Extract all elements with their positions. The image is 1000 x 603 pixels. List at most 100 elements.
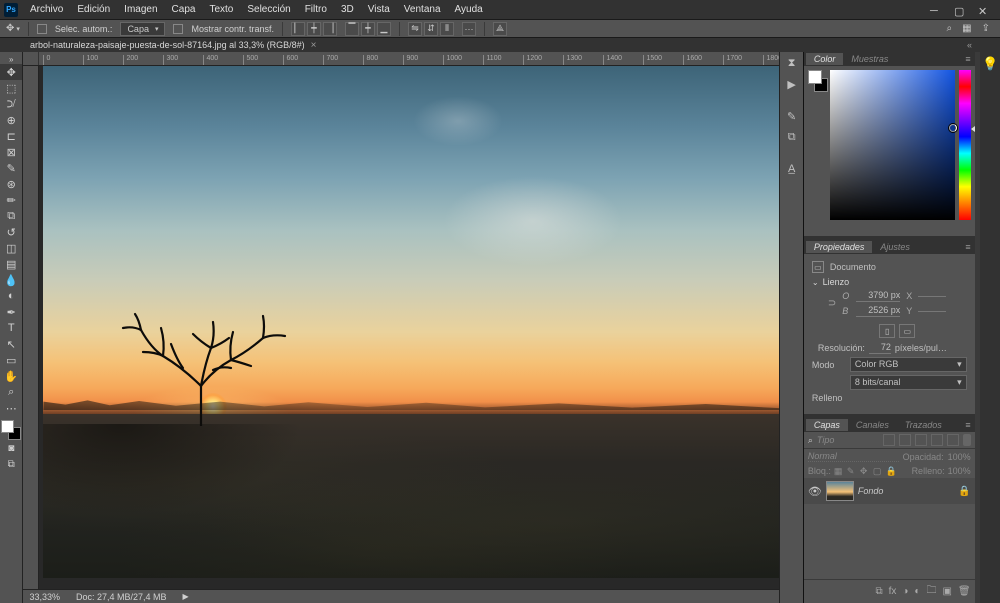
canvas-image[interactable] <box>43 66 779 578</box>
delete-layer-icon[interactable]: 🗑 <box>958 586 971 597</box>
share-icon[interactable]: ⇪ <box>982 23 990 34</box>
portrait-icon[interactable]: ▯ <box>879 324 895 338</box>
distribute-spacing-icon[interactable]: ⫴ <box>440 22 454 36</box>
menu-filtro[interactable]: Filtro <box>299 2 333 17</box>
minimize-button[interactable]: ─ <box>930 5 940 15</box>
history-brush-tool[interactable]: ↺ <box>0 224 22 240</box>
auto-select-checkbox[interactable] <box>37 24 47 34</box>
document-tab[interactable]: arbol-naturaleza-paisaje-puesta-de-sol-8… <box>22 40 325 51</box>
statusbar-menu-icon[interactable]: ▶ <box>183 592 189 601</box>
close-tab-icon[interactable]: × <box>311 40 317 51</box>
filter-pixel-icon[interactable] <box>883 434 895 446</box>
group-icon[interactable]: 🗀 <box>926 583 936 600</box>
hints-bulb-icon[interactable]: 💡 <box>982 56 998 72</box>
menu-vista[interactable]: Vista <box>362 2 396 17</box>
marquee-tool[interactable]: ⬚ <box>0 80 22 96</box>
tab-swatches[interactable]: Muestras <box>843 53 896 65</box>
align-left-icon[interactable]: ▏ <box>291 22 305 36</box>
path-select-tool[interactable]: ↖ <box>0 336 22 352</box>
hand-tool[interactable]: ✋ <box>0 368 22 384</box>
collapse-toolbar-icon[interactable]: » <box>0 54 22 64</box>
layer-visibility-icon[interactable]: 👁 <box>808 485 822 498</box>
layer-name[interactable]: Fondo <box>858 486 954 496</box>
align-right-icon[interactable]: ▕ <box>323 22 337 36</box>
tab-color[interactable]: Color <box>806 53 844 65</box>
brush-tool[interactable]: ✏ <box>0 192 22 208</box>
eraser-tool[interactable]: ◫ <box>0 240 22 256</box>
ruler-horizontal[interactable]: 0100200300400500600700800900100011001200… <box>23 52 779 66</box>
menu-ayuda[interactable]: Ayuda <box>449 2 489 17</box>
menu-imagen[interactable]: Imagen <box>118 2 163 17</box>
resolution-value[interactable]: 72 <box>869 342 891 354</box>
distribute-h-icon[interactable]: ⇋ <box>408 22 422 36</box>
filter-kind-select[interactable]: Tipo <box>817 435 879 445</box>
hue-slider[interactable] <box>959 70 971 220</box>
layer-thumbnail[interactable] <box>826 481 854 501</box>
lock-position-icon[interactable]: ✥ <box>860 466 870 476</box>
gradient-tool[interactable]: ▤ <box>0 256 22 272</box>
menu-capa[interactable]: Capa <box>166 2 202 17</box>
crop-tool[interactable]: ⊏ <box>0 128 22 144</box>
lock-transparency-icon[interactable]: ▦ <box>834 466 844 476</box>
3d-mode-icon[interactable]: ⟁ <box>493 22 507 36</box>
filter-kind-icon[interactable]: ⌕ <box>808 435 813 446</box>
filter-toggle[interactable] <box>963 434 971 446</box>
bit-depth-select[interactable]: 8 bits/canal▾ <box>850 375 967 390</box>
ruler-vertical[interactable] <box>23 66 39 589</box>
landscape-icon[interactable]: ▭ <box>899 324 915 338</box>
new-layer-icon[interactable]: ▣ <box>942 586 951 597</box>
brush-settings-icon[interactable]: ✎ <box>783 107 801 125</box>
color-fgbg[interactable] <box>808 70 826 232</box>
link-dimensions-icon[interactable]: ⊃ <box>828 298 836 309</box>
move-tool[interactable]: ✥ <box>0 64 22 80</box>
props-canvas-section[interactable]: ⌄ Lienzo <box>812 277 967 287</box>
shape-tool[interactable]: ▭ <box>0 352 22 368</box>
canvas-viewport[interactable] <box>39 66 779 589</box>
menu-3d[interactable]: 3D <box>335 2 360 17</box>
layer-mask-icon[interactable]: ◑ <box>902 586 908 597</box>
color-swatches[interactable] <box>1 420 21 440</box>
menu-archivo[interactable]: Archivo <box>24 2 69 17</box>
lock-all-icon[interactable]: 🔒 <box>886 466 896 476</box>
menu-texto[interactable]: Texto <box>203 2 239 17</box>
blend-mode-select[interactable]: Normal <box>808 451 899 462</box>
maximize-button[interactable]: ▢ <box>954 5 964 15</box>
menu-edicion[interactable]: Edición <box>71 2 116 17</box>
screenmode-icon[interactable]: ⧉ <box>0 456 22 472</box>
panel-menu-icon[interactable]: ≡ <box>965 242 974 252</box>
width-value[interactable]: 3790 px <box>856 290 900 302</box>
tab-properties[interactable]: Propiedades <box>806 241 873 253</box>
close-button[interactable]: ✕ <box>978 5 988 15</box>
color-mode-select[interactable]: Color RGB▾ <box>850 357 967 372</box>
panel-menu-icon[interactable]: ≡ <box>965 54 974 64</box>
clone-source-icon[interactable]: ⧉ <box>783 128 801 146</box>
resolution-unit[interactable]: píxeles/pul… <box>895 343 947 353</box>
dodge-tool[interactable]: ◐ <box>0 288 22 304</box>
tab-layers[interactable]: Capas <box>806 419 848 431</box>
ruler-origin[interactable] <box>23 52 39 65</box>
search-icon[interactable]: ⌕ <box>947 23 953 34</box>
align-bottom-icon[interactable]: ▁ <box>377 22 391 36</box>
actions-play-icon[interactable]: ▶ <box>783 75 801 93</box>
adjustment-layer-icon[interactable]: ◐ <box>914 586 920 597</box>
menu-ventana[interactable]: Ventana <box>398 2 447 17</box>
quick-select-tool[interactable]: ⊕ <box>0 112 22 128</box>
healing-tool[interactable]: ⊛ <box>0 176 22 192</box>
zoom-level[interactable]: 33,33% <box>29 592 60 602</box>
filter-smart-icon[interactable] <box>947 434 959 446</box>
eyedropper-tool[interactable]: ✎ <box>0 160 22 176</box>
panel-menu-icon[interactable]: ≡ <box>965 420 974 430</box>
color-field[interactable] <box>830 70 955 220</box>
more-align-icon[interactable]: ··· <box>462 22 476 36</box>
blur-tool[interactable]: 💧 <box>0 272 22 288</box>
tab-channels[interactable]: Canales <box>848 419 897 431</box>
history-panel-icon[interactable]: ⧗ <box>783 54 801 72</box>
foreground-mini-swatch[interactable] <box>808 70 822 84</box>
height-value[interactable]: 2526 px <box>856 305 900 317</box>
align-center-v-icon[interactable]: ┿ <box>361 22 375 36</box>
opacity-value[interactable]: 100% <box>948 452 971 462</box>
frame-tool[interactable]: ⊠ <box>0 144 22 160</box>
tab-paths[interactable]: Trazados <box>897 419 950 431</box>
align-center-h-icon[interactable]: ┿ <box>307 22 321 36</box>
show-transform-checkbox[interactable] <box>173 24 183 34</box>
